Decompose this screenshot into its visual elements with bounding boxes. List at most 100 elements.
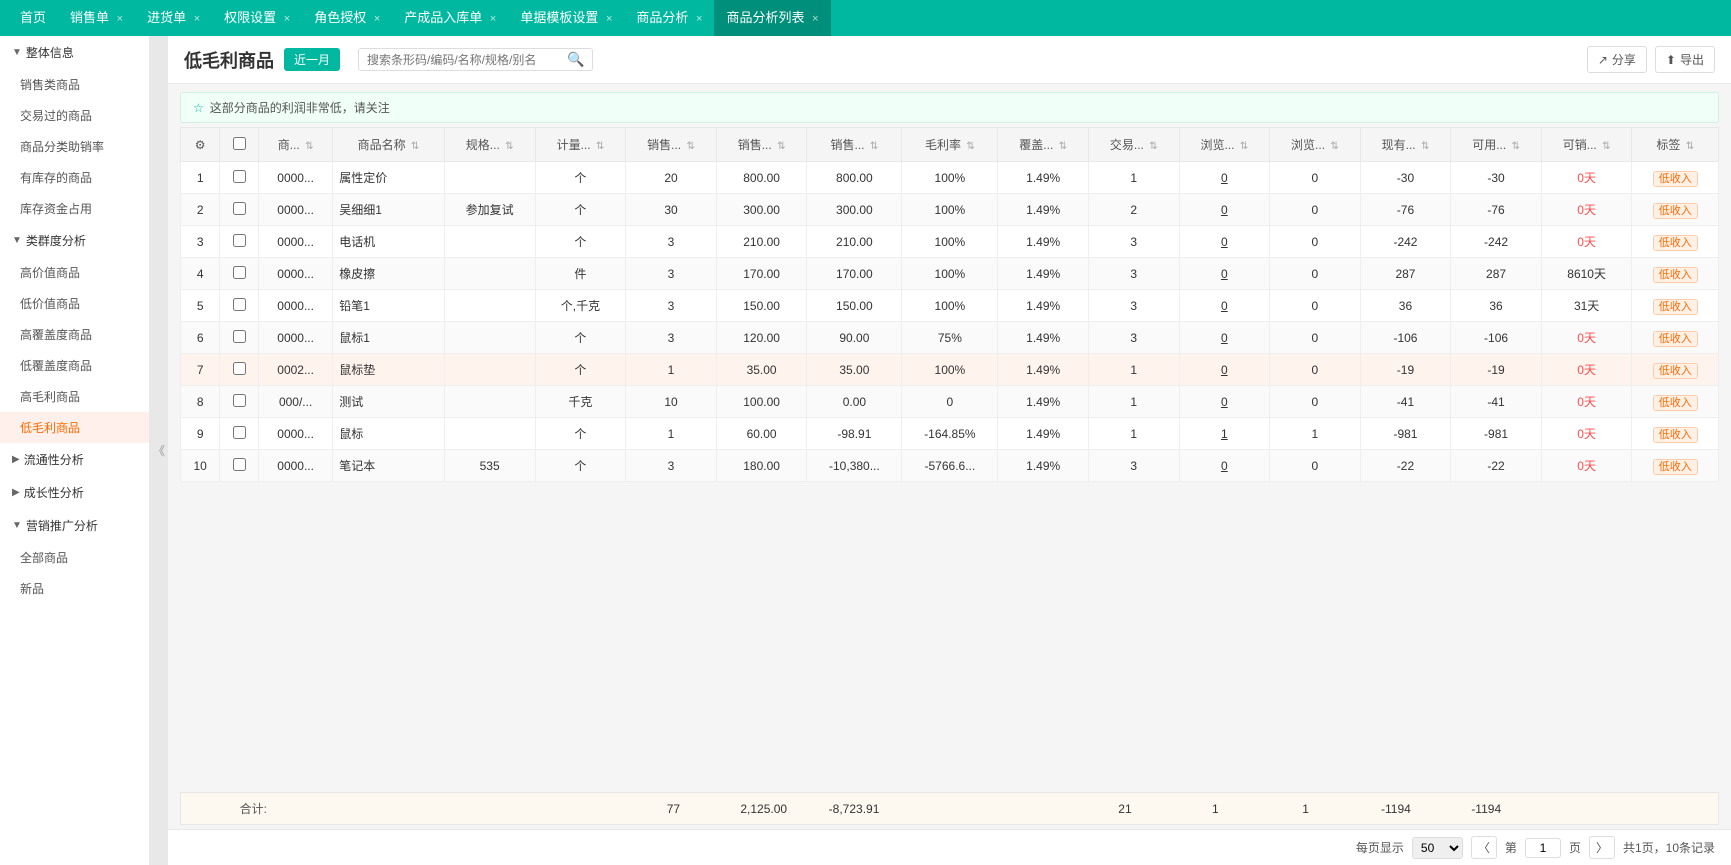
row-checkbox-1[interactable] — [233, 202, 246, 215]
col-current-stock[interactable]: 现有... ⇅ — [1360, 128, 1451, 162]
cell-views1[interactable]: 0 — [1179, 354, 1270, 386]
views1-link[interactable]: 0 — [1221, 299, 1228, 313]
sidebar-item-high-margin[interactable]: 高毛利商品 — [0, 381, 149, 412]
views1-link[interactable]: 0 — [1221, 267, 1228, 281]
nav-product-analysis-close[interactable]: × — [696, 13, 702, 25]
cell-checkbox[interactable] — [220, 162, 259, 194]
row-checkbox-4[interactable] — [233, 298, 246, 311]
col-gross-margin[interactable]: 毛利率 ⇅ — [902, 128, 998, 162]
cell-name[interactable]: 鼠标 — [333, 418, 444, 450]
col-unit[interactable]: 计量... ⇅ — [535, 128, 626, 162]
sidebar-item-low-coverage[interactable]: 低覆盖度商品 — [0, 350, 149, 381]
cell-name[interactable]: 铅笔1 — [333, 290, 444, 322]
nav-purchase-close[interactable]: × — [194, 13, 200, 25]
cell-name[interactable]: 笔记本 — [333, 450, 444, 482]
col-sales-qty[interactable]: 销售... ⇅ — [626, 128, 717, 162]
sidebar-item-high-value[interactable]: 高价值商品 — [0, 257, 149, 288]
cell-views1[interactable]: 0 — [1179, 194, 1270, 226]
cell-name[interactable]: 吴细细1 — [333, 194, 444, 226]
nav-product-entry-close[interactable]: × — [490, 13, 496, 25]
cell-checkbox[interactable] — [220, 194, 259, 226]
cell-checkbox[interactable] — [220, 226, 259, 258]
nav-product-entry[interactable]: 产成品入库单 × — [392, 0, 508, 36]
col-available[interactable]: 可用... ⇅ — [1451, 128, 1542, 162]
page-number-input[interactable] — [1525, 838, 1561, 858]
col-coverage[interactable]: 覆盖... ⇅ — [998, 128, 1089, 162]
row-checkbox-5[interactable] — [233, 330, 246, 343]
sidebar-group-overall-title[interactable]: ▼ 整体信息 — [0, 36, 149, 69]
col-checkbox[interactable] — [220, 128, 259, 162]
nav-template-settings-close[interactable]: × — [606, 13, 612, 25]
sidebar-collapse-btn[interactable]: 《 — [150, 36, 168, 865]
col-tag[interactable]: 标签 ⇅ — [1632, 128, 1719, 162]
cell-checkbox[interactable] — [220, 322, 259, 354]
per-page-select[interactable]: 50 100 200 — [1412, 837, 1463, 859]
cell-views1[interactable]: 0 — [1179, 290, 1270, 322]
sidebar-item-stocked-products[interactable]: 有库存的商品 — [0, 162, 149, 193]
views1-link[interactable]: 0 — [1221, 235, 1228, 249]
nav-product-analysis-list-close[interactable]: × — [812, 13, 818, 25]
nav-permissions[interactable]: 权限设置 × — [212, 0, 302, 36]
cell-checkbox[interactable] — [220, 258, 259, 290]
cell-views1[interactable]: 1 — [1179, 418, 1270, 450]
cell-name[interactable]: 橡皮擦 — [333, 258, 444, 290]
sidebar-item-all-products[interactable]: 全部商品 — [0, 542, 149, 573]
nav-permissions-close[interactable]: × — [284, 13, 290, 25]
sidebar-item-new-products[interactable]: 新品 — [0, 573, 149, 604]
nav-home[interactable]: 首页 — [8, 0, 58, 36]
sidebar-group-liquidity-title[interactable]: ▶ 流通性分析 — [0, 443, 149, 476]
col-trade[interactable]: 交易... ⇅ — [1088, 128, 1179, 162]
date-filter-btn[interactable]: 近一月 — [284, 48, 340, 71]
views1-link[interactable]: 0 — [1221, 203, 1228, 217]
cell-name[interactable]: 电话机 — [333, 226, 444, 258]
sidebar-item-sales-products[interactable]: 销售类商品 — [0, 69, 149, 100]
cell-views1[interactable]: 0 — [1179, 258, 1270, 290]
nav-product-analysis[interactable]: 商品分析 × — [624, 0, 714, 36]
col-views1[interactable]: 浏览... ⇅ — [1179, 128, 1270, 162]
row-checkbox-6[interactable] — [233, 362, 246, 375]
views1-link[interactable]: 0 — [1221, 459, 1228, 473]
col-views2[interactable]: 浏览... ⇅ — [1270, 128, 1361, 162]
cell-views1[interactable]: 0 — [1179, 226, 1270, 258]
row-checkbox-2[interactable] — [233, 234, 246, 247]
views1-link[interactable]: 0 — [1221, 363, 1228, 377]
sidebar-group-growth-title[interactable]: ▶ 成长性分析 — [0, 476, 149, 509]
search-input[interactable] — [367, 53, 567, 67]
sidebar-item-inventory-capital[interactable]: 库存资金占用 — [0, 193, 149, 224]
col-spec[interactable]: 规格... ⇅ — [444, 128, 535, 162]
cell-name[interactable]: 属性定价 — [333, 162, 444, 194]
col-name[interactable]: 商品名称 ⇅ — [333, 128, 444, 162]
sidebar-item-category-rate[interactable]: 商品分类助销率 — [0, 131, 149, 162]
share-button[interactable]: ↗ 分享 — [1587, 46, 1647, 73]
nav-sales[interactable]: 销售单 × — [58, 0, 135, 36]
cell-name[interactable]: 鼠标垫 — [333, 354, 444, 386]
sidebar-item-traded-products[interactable]: 交易过的商品 — [0, 100, 149, 131]
sidebar-group-cluster-title[interactable]: ▼ 类群度分析 — [0, 224, 149, 257]
nav-purchase[interactable]: 进货单 × — [135, 0, 212, 36]
row-checkbox-7[interactable] — [233, 394, 246, 407]
cell-checkbox[interactable] — [220, 386, 259, 418]
col-sales-price[interactable]: 销售... ⇅ — [716, 128, 807, 162]
col-sales-amount[interactable]: 销售... ⇅ — [807, 128, 902, 162]
cell-checkbox[interactable] — [220, 290, 259, 322]
sidebar-group-marketing-title[interactable]: ▼ 营销推广分析 — [0, 509, 149, 542]
select-all-checkbox[interactable] — [233, 137, 246, 150]
next-page-btn[interactable]: 〉 — [1589, 836, 1615, 859]
nav-roles[interactable]: 角色授权 × — [302, 0, 392, 36]
views1-link[interactable]: 0 — [1221, 331, 1228, 345]
export-button[interactable]: ⬆ 导出 — [1655, 46, 1715, 73]
views1-link[interactable]: 1 — [1221, 427, 1228, 441]
cell-views1[interactable]: 0 — [1179, 450, 1270, 482]
col-saleable[interactable]: 可销... ⇅ — [1541, 128, 1632, 162]
prev-page-btn[interactable]: 〈 — [1471, 836, 1497, 859]
row-checkbox-0[interactable] — [233, 170, 246, 183]
cell-checkbox[interactable] — [220, 354, 259, 386]
sidebar-item-high-coverage[interactable]: 高覆盖度商品 — [0, 319, 149, 350]
sidebar-item-low-margin[interactable]: 低毛利商品 — [0, 412, 149, 443]
cell-name[interactable]: 测试 — [333, 386, 444, 418]
nav-product-analysis-list[interactable]: 商品分析列表 × — [714, 0, 830, 36]
cell-views1[interactable]: 0 — [1179, 162, 1270, 194]
nav-sales-close[interactable]: × — [117, 13, 123, 25]
cell-checkbox[interactable] — [220, 418, 259, 450]
col-settings[interactable]: ⚙ — [181, 128, 220, 162]
